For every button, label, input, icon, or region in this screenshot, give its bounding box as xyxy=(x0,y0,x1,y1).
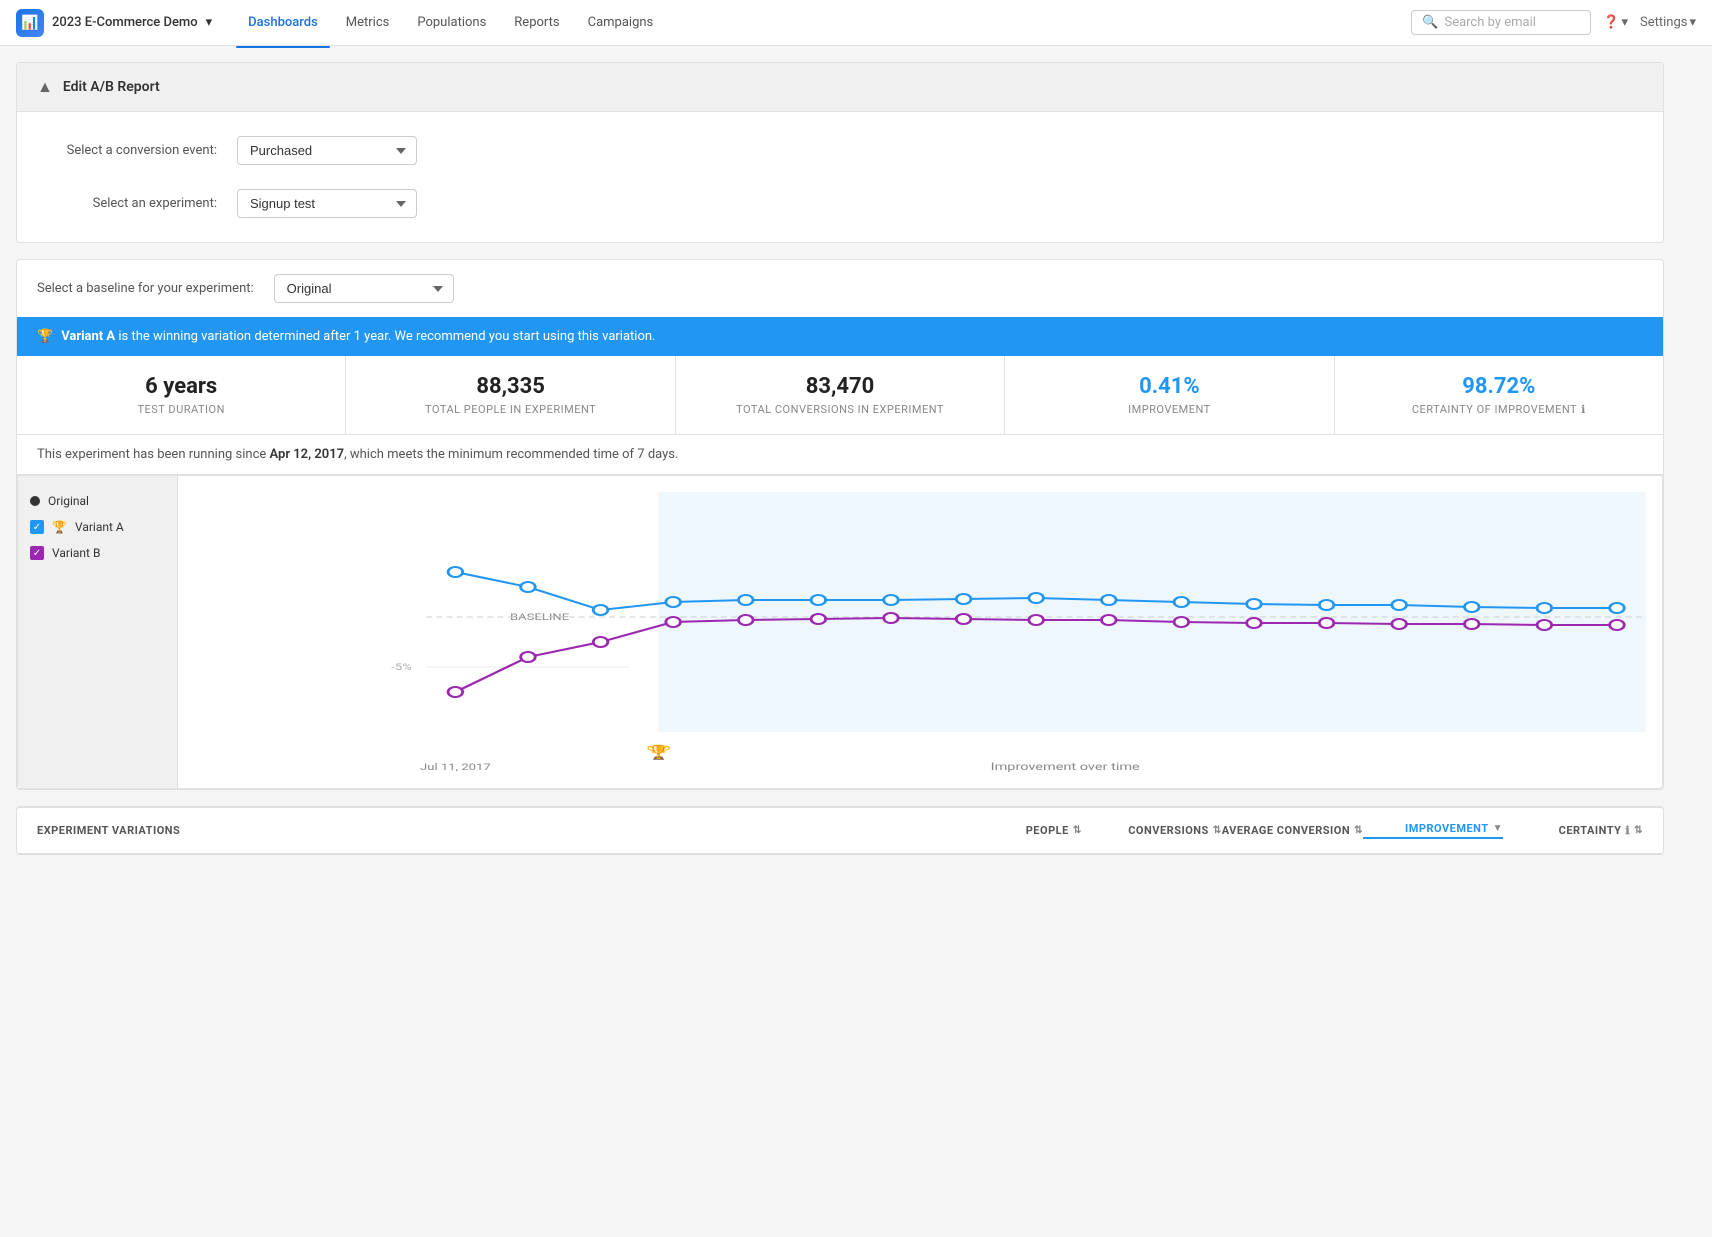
chart-svg-container: BASELINE Improvement over baseline -5% xyxy=(194,492,1646,772)
experiment-start-date: Apr 12, 2017 xyxy=(270,447,345,462)
legend-variant-a-label: Variant A xyxy=(75,520,124,534)
stat-certainty-label: CERTAINTY OF IMPROVEMENT ℹ xyxy=(1355,403,1643,416)
table-col-certainty[interactable]: CERTAINTY ℹ ⇅ xyxy=(1503,824,1643,837)
table-col-conversions[interactable]: CONVERSIONS ⇅ xyxy=(1082,824,1222,837)
stat-people: 88,335 TOTAL PEOPLE IN EXPERIMENT xyxy=(346,356,675,434)
nav-links: Dashboards Metrics Populations Reports C… xyxy=(236,9,1387,36)
legend-original-label: Original xyxy=(48,494,89,508)
stat-conversions: 83,470 TOTAL CONVERSIONS IN EXPERIMENT xyxy=(676,356,1005,434)
chart-area: BASELINE Improvement over baseline -5% xyxy=(178,476,1662,788)
table-certainty-label: CERTAINTY xyxy=(1559,824,1622,837)
settings-label: Settings xyxy=(1640,15,1687,30)
conversion-select[interactable]: Purchased xyxy=(237,136,417,165)
trophy-icon: 🏆 xyxy=(37,329,53,344)
experiment-select[interactable]: Signup test xyxy=(237,189,417,218)
table-header: EXPERIMENT VARIATIONS PEOPLE ⇅ CONVERSIO… xyxy=(16,806,1664,855)
brand-dropdown-icon: ▾ xyxy=(206,15,213,30)
stat-improvement-value: 0.41% xyxy=(1025,374,1313,399)
people-sort-icon: ⇅ xyxy=(1073,825,1082,836)
help-dropdown-icon: ▾ xyxy=(1621,15,1628,30)
stat-duration-value: 6 years xyxy=(37,374,325,399)
conversion-label: Select a conversion event: xyxy=(57,143,217,158)
table-col-variations: EXPERIMENT VARIATIONS xyxy=(37,824,942,837)
help-icon: ❓ xyxy=(1603,15,1619,30)
baseline-row: Select a baseline for your experiment: O… xyxy=(17,260,1663,317)
table-col-avg-conversion[interactable]: AVERAGE CONVERSION ⇅ xyxy=(1222,824,1363,837)
winner-text: Variant A is the winning variation deter… xyxy=(61,329,655,344)
stat-conversions-value: 83,470 xyxy=(696,374,984,399)
legend-original-dot xyxy=(30,496,40,506)
settings-button[interactable]: Settings ▾ xyxy=(1640,15,1696,30)
legend-variant-a[interactable]: ✓ 🏆 Variant A xyxy=(30,518,165,536)
edit-panel: ▲ Edit A/B Report Select a conversion ev… xyxy=(16,62,1664,243)
table-avg-label: AVERAGE CONVERSION xyxy=(1222,824,1350,837)
info-text: This experiment has been running since A… xyxy=(17,435,1663,475)
svg-text:Jul 11, 2017: Jul 11, 2017 xyxy=(420,762,491,772)
winner-variant: Variant A xyxy=(61,329,115,344)
chart-svg: BASELINE Improvement over baseline -5% xyxy=(194,492,1646,772)
search-placeholder: Search by email xyxy=(1444,15,1535,30)
panel-body: Select a conversion event: Purchased Sel… xyxy=(17,112,1663,242)
legend-variant-a-trophy: 🏆 xyxy=(52,520,67,534)
settings-dropdown-icon: ▾ xyxy=(1689,15,1696,30)
brand-logo: 📊 xyxy=(16,9,44,37)
panel-header[interactable]: ▲ Edit A/B Report xyxy=(17,63,1663,112)
info-icon[interactable]: ℹ xyxy=(1581,403,1586,416)
stats-row: 6 years TEST DURATION 88,335 TOTAL PEOPL… xyxy=(17,356,1663,435)
legend-variant-b-checkbox: ✓ xyxy=(30,546,44,560)
nav-link-metrics[interactable]: Metrics xyxy=(334,9,402,36)
stat-people-label: TOTAL PEOPLE IN EXPERIMENT xyxy=(366,403,654,416)
stat-certainty: 98.72% CERTAINTY OF IMPROVEMENT ℹ xyxy=(1335,356,1663,434)
table-col-improvement[interactable]: IMPROVEMENT ▼ xyxy=(1363,822,1503,839)
search-box[interactable]: 🔍 Search by email xyxy=(1411,10,1591,35)
table-header-row: EXPERIMENT VARIATIONS PEOPLE ⇅ CONVERSIO… xyxy=(17,808,1663,854)
collapse-icon[interactable]: ▲ xyxy=(37,77,53,97)
svg-text:-5%: -5% xyxy=(391,662,412,672)
nav-link-populations[interactable]: Populations xyxy=(405,9,498,36)
stat-improvement: 0.41% IMPROVEMENT xyxy=(1005,356,1334,434)
chart-legend: Original ✓ 🏆 Variant A ✓ Variant B xyxy=(18,476,178,788)
chart-section: Original ✓ 🏆 Variant A ✓ Variant B xyxy=(17,475,1663,789)
table-people-label: PEOPLE xyxy=(1026,824,1069,837)
brand-name: 2023 E-Commerce Demo xyxy=(52,15,198,30)
nav-link-campaigns[interactable]: Campaigns xyxy=(576,9,666,36)
navbar: 📊 2023 E-Commerce Demo ▾ Dashboards Metr… xyxy=(0,0,1712,46)
improvement-sort-icon: ▼ xyxy=(1493,823,1503,834)
nav-right: 🔍 Search by email ❓ ▾ Settings ▾ xyxy=(1411,10,1696,35)
baseline-select[interactable]: Original xyxy=(274,274,454,303)
winner-banner: 🏆 Variant A is the winning variation det… xyxy=(17,317,1663,356)
conversions-sort-icon: ⇅ xyxy=(1213,825,1222,836)
legend-variant-b-label: Variant B xyxy=(52,546,100,560)
stat-duration-label: TEST DURATION xyxy=(37,403,325,416)
main-content: ▲ Edit A/B Report Select a conversion ev… xyxy=(0,46,1680,871)
legend-variant-a-checkbox: ✓ xyxy=(30,520,44,534)
brand[interactable]: 📊 2023 E-Commerce Demo ▾ xyxy=(16,9,212,37)
svg-text:🏆: 🏆 xyxy=(646,744,672,761)
certainty-info-icon[interactable]: ℹ xyxy=(1625,824,1630,837)
conversion-row: Select a conversion event: Purchased xyxy=(57,136,1623,165)
results-panel: Select a baseline for your experiment: O… xyxy=(16,259,1664,790)
table-improvement-label: IMPROVEMENT xyxy=(1405,822,1489,835)
experiment-row: Select an experiment: Signup test xyxy=(57,189,1623,218)
search-icon: 🔍 xyxy=(1422,15,1438,30)
stat-certainty-value: 98.72% xyxy=(1355,374,1643,399)
avg-sort-icon: ⇅ xyxy=(1354,825,1363,836)
stat-improvement-label: IMPROVEMENT xyxy=(1025,403,1313,416)
stat-duration: 6 years TEST DURATION xyxy=(17,356,346,434)
legend-original[interactable]: Original xyxy=(30,492,165,510)
baseline-label: Select a baseline for your experiment: xyxy=(37,281,254,296)
table-col-people[interactable]: PEOPLE ⇅ xyxy=(942,824,1082,837)
nav-link-reports[interactable]: Reports xyxy=(502,9,571,36)
certainty-sort-icon: ⇅ xyxy=(1634,825,1643,836)
legend-variant-b[interactable]: ✓ Variant B xyxy=(30,544,165,562)
nav-link-dashboards[interactable]: Dashboards xyxy=(236,9,330,36)
panel-title: Edit A/B Report xyxy=(63,79,160,95)
experiment-label: Select an experiment: xyxy=(57,196,217,211)
stat-people-value: 88,335 xyxy=(366,374,654,399)
winner-description: is the winning variation determined afte… xyxy=(118,329,655,344)
table-conversions-label: CONVERSIONS xyxy=(1128,824,1209,837)
svg-text:Improvement over time: Improvement over time xyxy=(991,761,1141,772)
help-button[interactable]: ❓ ▾ xyxy=(1603,15,1628,30)
stat-conversions-label: TOTAL CONVERSIONS IN EXPERIMENT xyxy=(696,403,984,416)
